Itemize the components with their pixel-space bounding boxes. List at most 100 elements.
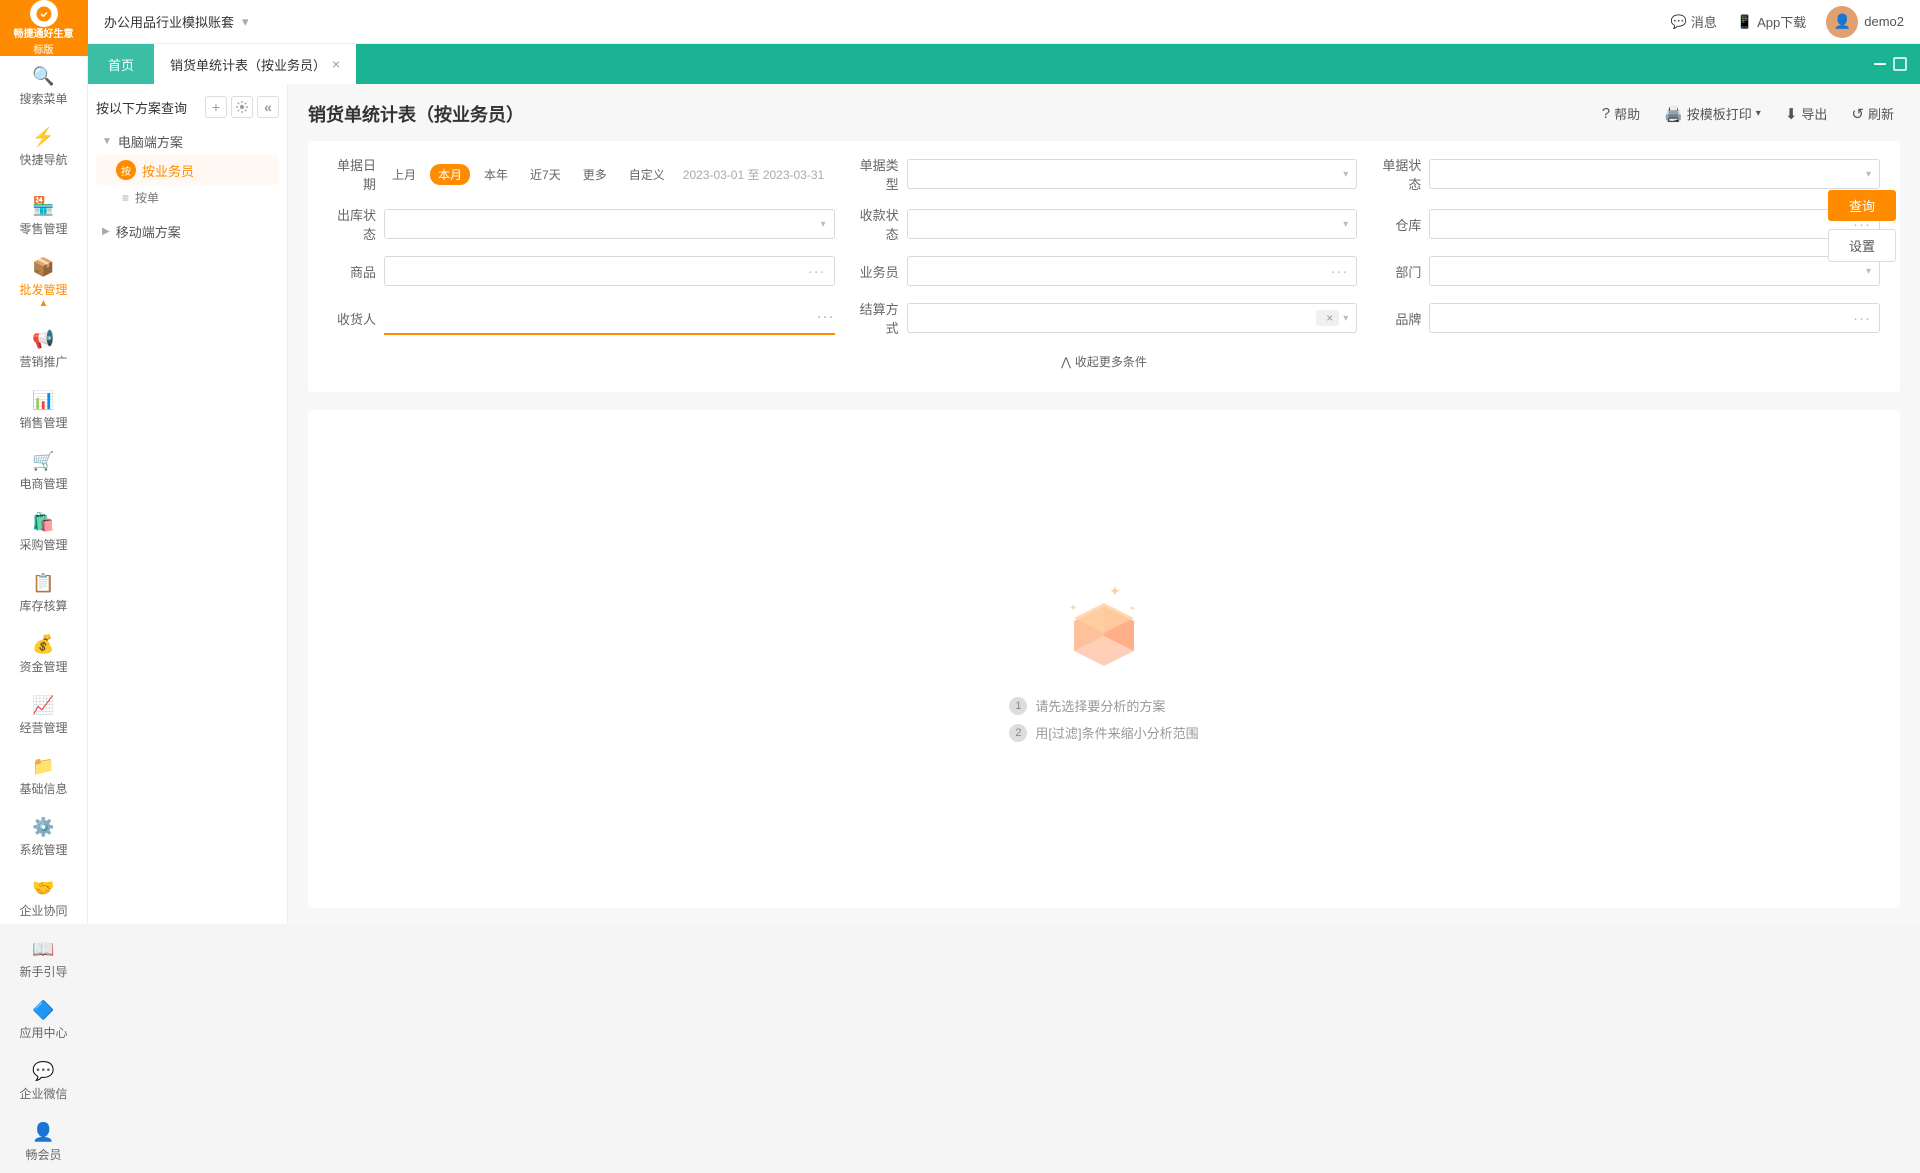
sidebar-item-marketing[interactable]: 📢 营销推广 (0, 319, 88, 380)
docstatus-label: 单据状态 (1373, 155, 1429, 193)
warehouse-input: ··· (1429, 209, 1880, 239)
dept-select[interactable]: ▾ (1429, 256, 1880, 286)
scheme-group-mobile-title[interactable]: ▶ 移动端方案 (96, 218, 279, 245)
sidebar-item-retail[interactable]: 🏪 零售管理 (0, 186, 88, 247)
brand-select[interactable]: ··· (1429, 303, 1880, 333)
sidebar-item-basic[interactable]: 📁 基础信息 (0, 746, 88, 807)
system-icon: ⚙️ (32, 817, 54, 838)
collection-select[interactable]: ▾ (907, 209, 1358, 239)
date-tab-more[interactable]: 更多 (575, 164, 615, 185)
sidebar-item-operations[interactable]: 📈 经营管理 (0, 685, 88, 746)
salesperson-dots-icon: ··· (1330, 263, 1348, 280)
salesperson-input: ··· (907, 256, 1358, 286)
dropdown-arrow-industry[interactable]: ▾ (242, 14, 249, 30)
avatar: 👤 (1826, 6, 1858, 38)
sidebar-item-enterprise[interactable]: 🤝 企业协同 (0, 868, 88, 929)
guide-icon: 📖 (32, 939, 54, 960)
operations-icon: 📈 (32, 695, 54, 716)
docstatus-select[interactable]: ▾ (1429, 159, 1880, 189)
settlement-select[interactable]: × ▾ (907, 303, 1358, 333)
receiver-text-input[interactable] (384, 301, 813, 331)
sales-icon: 📊 (32, 390, 54, 411)
docstatus-arrow-icon: ▾ (1866, 169, 1871, 180)
doctype-select[interactable]: ▾ (907, 159, 1358, 189)
sidebar-item-member[interactable]: 👤 畅会员 (0, 1112, 88, 1173)
outstatus-select[interactable]: ▾ (384, 209, 835, 239)
right-panel: 销货单统计表（按业务员） ? 帮助 🖨️ 按模板打印 ▾ ⬇ 导出 (288, 84, 1920, 924)
date-tab-thisyear[interactable]: 本年 (476, 164, 516, 185)
export-btn[interactable]: ⬇ 导出 (1779, 100, 1834, 127)
empty-state: ✦ ✦ ✦ 1 请先选择要分析的方案 2 用[过滤]条件来缩小分析范围 (308, 410, 1900, 908)
query-button[interactable]: 查询 (1828, 190, 1896, 221)
empty-tips: 1 请先选择要分析的方案 2 用[过滤]条件来缩小分析范围 (1009, 696, 1198, 742)
settings-scheme-btn[interactable] (231, 96, 253, 118)
settings-button[interactable]: 设置 (1828, 229, 1896, 262)
group-label: 电脑端方案 (118, 132, 183, 151)
app-download-btn[interactable]: 📱 App下载 (1737, 12, 1806, 31)
receiver-dots-icon[interactable]: ··· (817, 308, 835, 325)
industry-name: 办公用品行业模拟账套 (104, 12, 234, 31)
filter-row-3: 商品 ··· 业务员 ··· (328, 255, 1880, 287)
sidebar-item-search[interactable]: 🔍 搜索菜单 (0, 56, 88, 117)
filter-field-brand: 品牌 ··· (1373, 302, 1880, 334)
group-label-mobile: 移动端方案 (116, 222, 181, 241)
tab-bar-spacer (356, 44, 1860, 84)
svg-text:✦: ✦ (1109, 583, 1121, 599)
sidebar-item-wework[interactable]: 💬 企业微信 (0, 1051, 88, 1112)
goods-select[interactable]: ··· (384, 256, 835, 286)
refresh-icon: ↺ (1851, 105, 1864, 123)
sidebar-item-wholesale[interactable]: 📦 批发管理 ▲ (0, 247, 88, 319)
scheme-item-salesperson[interactable]: 按 按业务员 (96, 155, 279, 185)
settlement-input: × ▾ (907, 303, 1358, 333)
export-icon: ⬇ (1785, 105, 1798, 123)
refresh-btn[interactable]: ↺ 刷新 (1845, 100, 1900, 127)
sidebar-item-purchase[interactable]: 🛍️ 采购管理 (0, 502, 88, 563)
filter-field-date: 单据日期 上月 本月 本年 近7天 更多 自定义 2023-03-01 至 20… (328, 155, 835, 193)
salesperson-select[interactable]: ··· (907, 256, 1358, 286)
sidebar-item-guide[interactable]: 📖 新手引导 (0, 929, 88, 990)
tab-home[interactable]: 首页 (88, 44, 154, 84)
filter-field-salesperson: 业务员 ··· (851, 255, 1358, 287)
tab-bar-actions (1860, 44, 1920, 84)
message-icon: 💬 (1671, 14, 1687, 30)
date-tab-thismonth[interactable]: 本月 (430, 164, 470, 185)
tab-maximize-btn[interactable] (1892, 56, 1908, 72)
warehouse-select[interactable]: ··· (1429, 209, 1880, 239)
scheme-group-desktop: ▼ 电脑端方案 按 按业务员 ≡ 按单 (96, 128, 279, 210)
date-tab-lastmonth[interactable]: 上月 (384, 164, 424, 185)
sidebar-item-sales[interactable]: 📊 销售管理 (0, 380, 88, 441)
tab-close-icon[interactable]: × (332, 57, 340, 71)
user-menu-btn[interactable]: 👤 demo2 (1826, 6, 1904, 38)
page-header: 销货单统计表（按业务员） ? 帮助 🖨️ 按模板打印 ▾ ⬇ 导出 (308, 100, 1900, 127)
add-scheme-btn[interactable]: + (205, 96, 227, 118)
collapse-btn[interactable]: ⋀ 收起更多条件 (1049, 349, 1159, 374)
date-tab-7days[interactable]: 近7天 (522, 164, 569, 185)
left-panel-actions: + « (205, 96, 279, 118)
sidebar-item-inventory[interactable]: 📋 库存核算 (0, 563, 88, 624)
empty-tip-1: 1 请先选择要分析的方案 (1009, 696, 1198, 715)
dept-label: 部门 (1373, 262, 1429, 281)
filter-field-warehouse: 仓库 ··· (1373, 205, 1880, 243)
print-btn[interactable]: 🖨️ 按模板打印 ▾ (1658, 100, 1767, 127)
tab-active-report[interactable]: 销货单统计表（按业务员） × (154, 44, 356, 84)
sidebar-item-finance[interactable]: 💰 资金管理 (0, 624, 88, 685)
tip-text-1: 请先选择要分析的方案 (1035, 696, 1165, 715)
sidebar-item-system[interactable]: ⚙️ 系统管理 (0, 807, 88, 868)
sidebar-item-appcenter[interactable]: 🔷 应用中心 (0, 990, 88, 1051)
tab-minimize-btn[interactable] (1872, 56, 1888, 72)
scheme-group-desktop-title[interactable]: ▼ 电脑端方案 (96, 128, 279, 155)
help-btn[interactable]: ? 帮助 (1596, 100, 1646, 127)
settlement-tag-remove[interactable]: × (1326, 311, 1333, 325)
goods-input: ··· (384, 256, 835, 286)
sub-icon: ≡ (122, 191, 129, 205)
sidebar-item-quicknav[interactable]: ⚡ 快捷导航 (0, 117, 88, 178)
tip-text-2: 用[过滤]条件来缩小分析范围 (1035, 723, 1198, 742)
collapse-panel-btn[interactable]: « (257, 96, 279, 118)
scheme-sub-item-order[interactable]: ≡ 按单 (96, 185, 279, 210)
sidebar-item-ecommerce[interactable]: 🛒 电商管理 (0, 441, 88, 502)
purchase-icon: 🛍️ (32, 512, 54, 533)
date-tab-custom[interactable]: 自定义 (621, 164, 673, 185)
messages-btn[interactable]: 💬 消息 (1671, 12, 1717, 31)
tip-num-2: 2 (1009, 724, 1027, 742)
app-logo[interactable]: 畅捷通好生意 标版 (0, 0, 88, 56)
